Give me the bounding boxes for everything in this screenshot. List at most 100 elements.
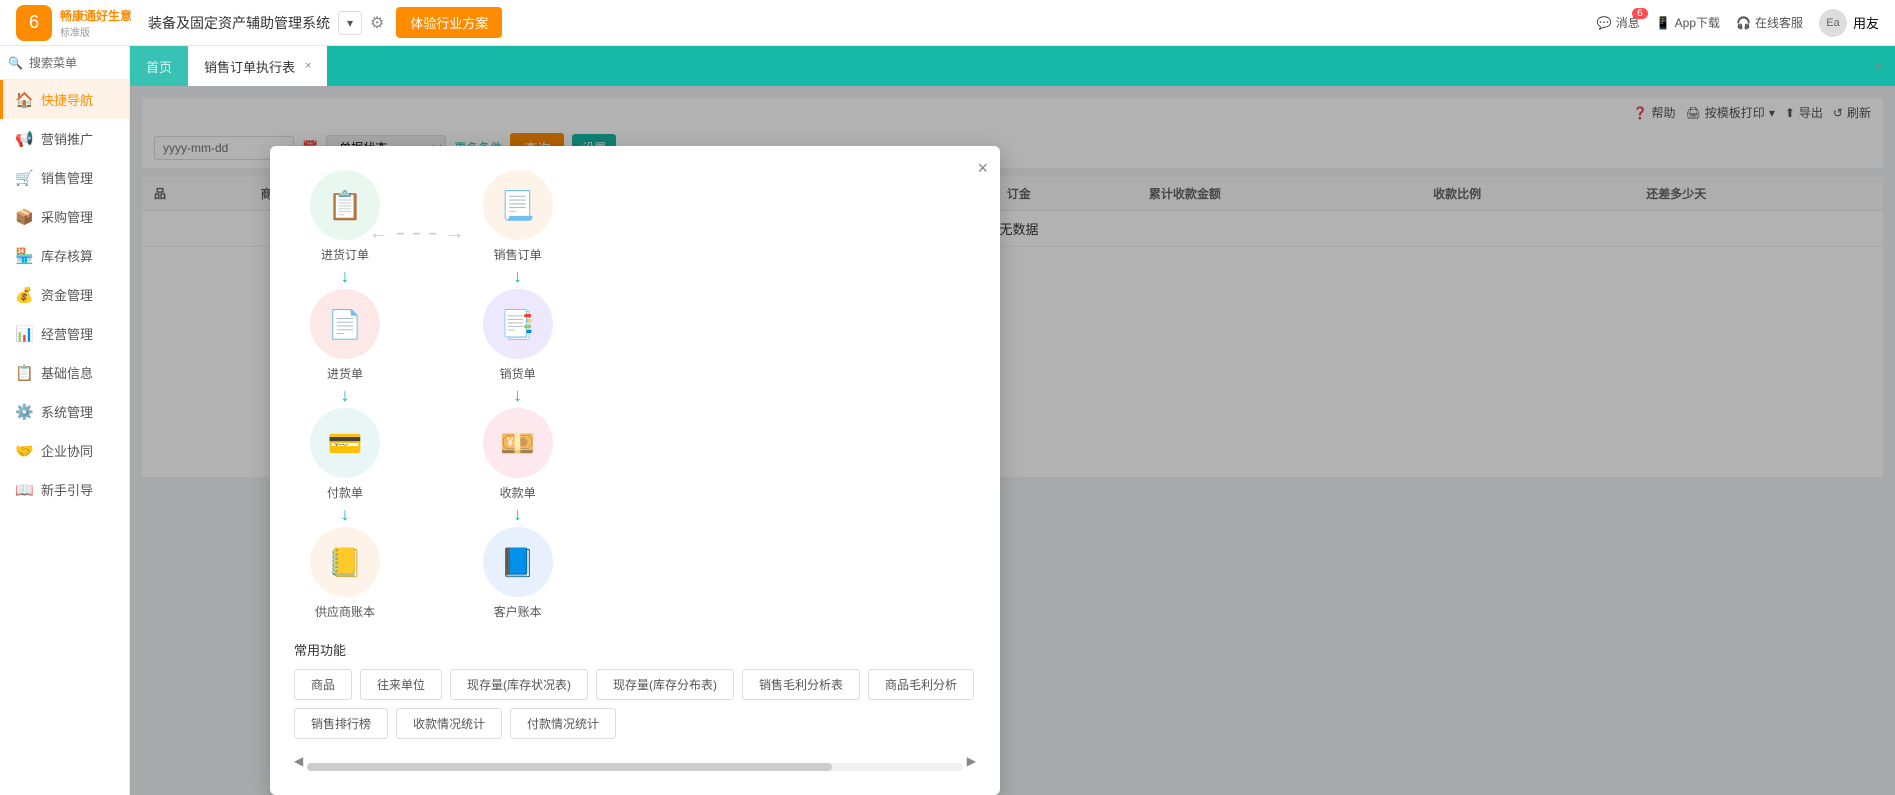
settings-icon-btn[interactable]: ⚙ bbox=[370, 13, 384, 33]
sidebar-item-guide[interactable]: 📖 新手引导 bbox=[0, 470, 129, 509]
modal-scrollbar-area: ◀ ▶ bbox=[294, 751, 976, 771]
system-dropdown-btn[interactable]: ▾ bbox=[338, 11, 362, 35]
sidebar-item-inventory[interactable]: 🏪 库存核算 bbox=[0, 236, 129, 275]
marketing-icon: 📢 bbox=[15, 130, 33, 148]
sales-bill-label: 销货单 bbox=[500, 365, 536, 382]
logo-icon: 6 bbox=[16, 5, 52, 41]
payment-label: 付款单 bbox=[327, 484, 363, 501]
customer-ledger-node: 📘 客户账本 bbox=[483, 527, 553, 620]
cf-btn-goods[interactable]: 商品 bbox=[294, 669, 352, 700]
sidebar-item-label: 销售管理 bbox=[41, 168, 93, 187]
cf-btn-goods-gross[interactable]: 商品毛利分析 bbox=[868, 669, 974, 700]
sidebar-item-basic[interactable]: 📋 基础信息 bbox=[0, 353, 129, 392]
trial-button[interactable]: 体验行业方案 bbox=[396, 7, 502, 38]
sales-order-node: 📃 销售订单 bbox=[483, 170, 553, 263]
mid-arrows-2: ← - - - bbox=[369, 170, 440, 274]
purchase-bill-label: 进货单 bbox=[327, 365, 363, 382]
cf-btn-partner[interactable]: 往来单位 bbox=[360, 669, 442, 700]
arrow-down-2: ↓ bbox=[341, 382, 350, 408]
content-area: 首页 销售订单执行表 × × ❓ 帮助 🖨 bbox=[130, 46, 1895, 795]
arrow-down-6: ↓ bbox=[513, 501, 522, 527]
sidebar-item-label: 采购管理 bbox=[41, 207, 93, 226]
cf-title: 常用功能 bbox=[294, 640, 976, 659]
sidebar-item-operation[interactable]: 📊 经营管理 bbox=[0, 314, 129, 353]
sidebar-item-finance[interactable]: 💰 资金管理 bbox=[0, 275, 129, 314]
common-functions: 常用功能 商品 往来单位 现存量(库存状况表) 现存量(库存分布表) 销售毛利分… bbox=[294, 640, 976, 739]
arrow-down-4: ↓ bbox=[513, 263, 522, 289]
sales-order-circle: 📃 bbox=[483, 170, 553, 240]
sidebar-item-marketing[interactable]: 📢 营销推广 bbox=[0, 119, 129, 158]
sidebar-item-sales[interactable]: 🛒 销售管理 bbox=[0, 158, 129, 197]
message-icon: 💬 bbox=[1597, 16, 1612, 30]
supplier-ledger-circle: 📒 bbox=[310, 527, 380, 597]
sidebar-item-enterprise[interactable]: 🤝 企业协同 bbox=[0, 431, 129, 470]
scroll-thumb bbox=[307, 763, 831, 771]
sidebar: 🔍 搜索菜单 🏠 快捷导航 📢 营销推广 🛒 销售管理 📦 采购管理 🏪 bbox=[0, 46, 130, 795]
customer-ledger-circle: 📘 bbox=[483, 527, 553, 597]
cf-btn-payment-stat[interactable]: 付款情况统计 bbox=[510, 708, 616, 739]
purchase-bill-circle: 📄 bbox=[310, 289, 380, 359]
arrow-down-5: ↓ bbox=[513, 382, 522, 408]
cf-btn-sales-rank[interactable]: 销售排行榜 bbox=[294, 708, 388, 739]
receipt-circle: 💴 bbox=[483, 408, 553, 478]
system-icon: ⚙️ bbox=[15, 403, 33, 421]
avatar: Ea bbox=[1819, 9, 1847, 37]
arrow-h-2: ← - - - bbox=[369, 192, 440, 274]
sidebar-search[interactable]: 🔍 搜索菜单 bbox=[0, 46, 129, 80]
top-actions: 💬 消息 6 📱 App下载 🎧 在线客服 Ea 用友 bbox=[1597, 9, 1879, 37]
customer-ledger-label: 客户账本 bbox=[494, 603, 542, 620]
main-area: 🔍 搜索菜单 🏠 快捷导航 📢 营销推广 🛒 销售管理 📦 采购管理 🏪 bbox=[0, 46, 1895, 795]
sidebar-item-label: 经营管理 bbox=[41, 324, 93, 343]
basic-icon: 📋 bbox=[15, 364, 33, 382]
message-action[interactable]: 💬 消息 6 bbox=[1597, 14, 1640, 31]
operation-icon: 📊 bbox=[15, 325, 33, 343]
search-label: 搜索菜单 bbox=[29, 54, 77, 71]
receipt-node: 💴 收款单 bbox=[483, 408, 553, 501]
scroll-left-btn[interactable]: ◀ bbox=[294, 754, 303, 768]
payment-circle: 💳 bbox=[310, 408, 380, 478]
brand-name: 畅康通好生意 bbox=[60, 7, 132, 24]
modal-box: × 📋 进货订单 bbox=[270, 146, 1000, 795]
sidebar-item-system[interactable]: ⚙️ 系统管理 bbox=[0, 392, 129, 431]
cf-btn-sales-gross[interactable]: 销售毛利分析表 bbox=[742, 669, 860, 700]
supplier-ledger-label: 供应商账本 bbox=[315, 603, 375, 620]
modal-overlay: × 📋 进货订单 bbox=[130, 86, 1895, 795]
payment-node: 💳 付款单 bbox=[310, 408, 380, 501]
tab-bar-close-btn[interactable]: × bbox=[1875, 58, 1883, 74]
cf-buttons: 商品 往来单位 现存量(库存状况表) 现存量(库存分布表) 销售毛利分析表 商品… bbox=[294, 669, 976, 700]
enterprise-icon: 🤝 bbox=[15, 442, 33, 460]
sidebar-item-label: 库存核算 bbox=[41, 246, 93, 265]
online-service-action[interactable]: 🎧 在线客服 bbox=[1736, 14, 1803, 31]
user-area[interactable]: Ea 用友 bbox=[1819, 9, 1879, 37]
sidebar-item-label: 新手引导 bbox=[41, 480, 93, 499]
tab-home[interactable]: 首页 bbox=[130, 46, 188, 86]
tab-sales-label: 销售订单执行表 bbox=[204, 57, 295, 76]
sidebar-item-purchase[interactable]: 📦 采购管理 bbox=[0, 197, 129, 236]
system-title: 装备及固定资产辅助管理系统 bbox=[148, 13, 330, 33]
purchase-icon: 📦 bbox=[15, 208, 33, 226]
app-container: 6 畅康通好生意 标准版 装备及固定资产辅助管理系统 ▾ ⚙ 体验行业方案 💬 … bbox=[0, 0, 1895, 795]
brand-text: 畅康通好生意 标准版 bbox=[60, 7, 132, 39]
username: 用友 bbox=[1853, 13, 1879, 32]
inventory-icon: 🏪 bbox=[15, 247, 33, 265]
top-bar: 6 畅康通好生意 标准版 装备及固定资产辅助管理系统 ▾ ⚙ 体验行业方案 💬 … bbox=[0, 0, 1895, 46]
scroll-track[interactable] bbox=[307, 763, 963, 771]
sidebar-item-quick-nav[interactable]: 🏠 快捷导航 bbox=[0, 80, 129, 119]
app-download-action[interactable]: 📱 App下载 bbox=[1656, 14, 1720, 31]
guide-icon: 📖 bbox=[15, 481, 33, 499]
supplier-ledger-node: 📒 供应商账本 bbox=[310, 527, 380, 620]
cf-btn-stock-dist[interactable]: 现存量(库存分布表) bbox=[596, 669, 734, 700]
arrow-down-1: ↓ bbox=[341, 263, 350, 289]
scroll-right-btn[interactable]: ▶ bbox=[967, 754, 976, 768]
sidebar-item-label: 营销推广 bbox=[41, 129, 93, 148]
sales-order-label: 销售订单 bbox=[494, 246, 542, 263]
sidebar-item-label: 资金管理 bbox=[41, 285, 93, 304]
modal-close-btn[interactable]: × bbox=[977, 158, 988, 179]
tab-close-icon[interactable]: × bbox=[305, 60, 311, 72]
cf-btn-stock-status[interactable]: 现存量(库存状况表) bbox=[450, 669, 588, 700]
cf-btn-receipt-stat[interactable]: 收款情况统计 bbox=[396, 708, 502, 739]
page-content: ❓ 帮助 🖨 按模板打印 ▾ ⬆ 导出 ↺ 刷新 bbox=[130, 86, 1895, 795]
sidebar-item-label: 基础信息 bbox=[41, 363, 93, 382]
sales-bill-circle: 📑 bbox=[483, 289, 553, 359]
tab-sales-order-exec[interactable]: 销售订单执行表 × bbox=[188, 46, 327, 86]
